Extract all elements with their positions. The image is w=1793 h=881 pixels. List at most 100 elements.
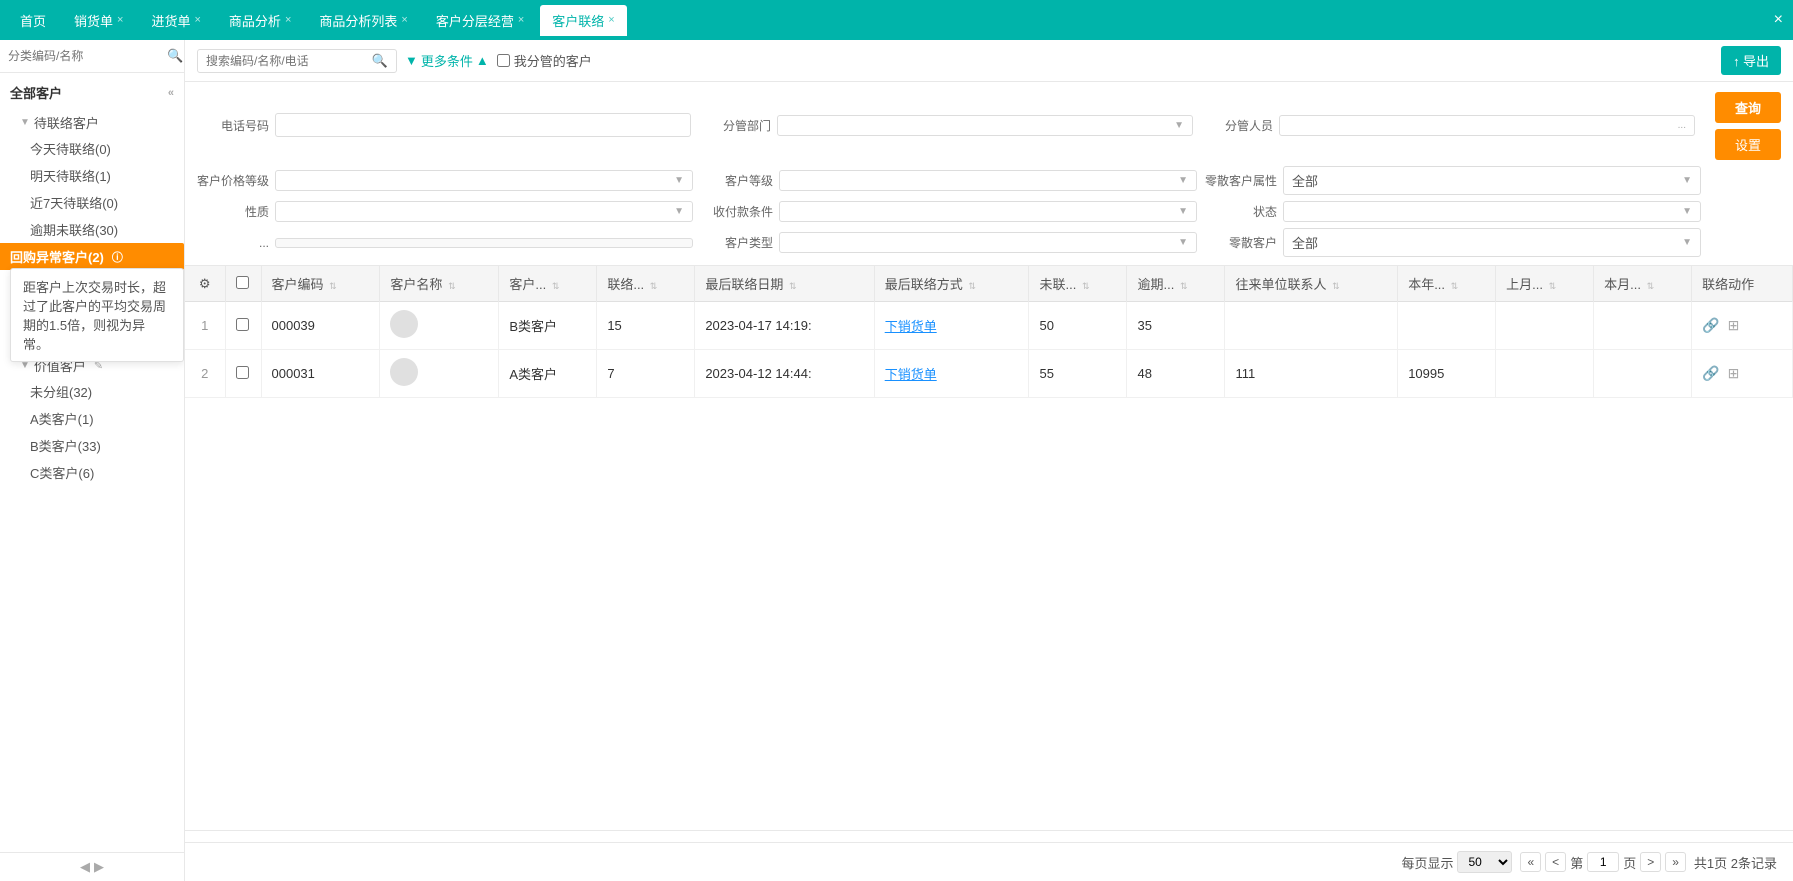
col-cust-type-sort-icon[interactable]: ⇅ bbox=[552, 281, 560, 291]
my-customers-checkbox[interactable] bbox=[497, 54, 510, 67]
row1-checkbox[interactable] bbox=[236, 318, 249, 331]
col-overdue-sort-icon[interactable]: ⇅ bbox=[1180, 281, 1188, 291]
sidebar-group-pending[interactable]: ▼ 待联络客户 bbox=[0, 108, 184, 135]
today-label: 今天待联络(0) bbox=[30, 139, 111, 158]
query-button[interactable]: 查询 bbox=[1715, 92, 1781, 123]
more-select[interactable] bbox=[275, 238, 693, 248]
close-goods-analysis-icon[interactable]: × bbox=[285, 14, 291, 26]
close-all-icon[interactable]: × bbox=[1774, 11, 1783, 29]
hscroll-inner bbox=[185, 831, 1793, 832]
last-page-btn[interactable]: » bbox=[1665, 852, 1686, 872]
adv-cell-phone: 电话号码 bbox=[197, 113, 691, 137]
horizontal-scrollbar[interactable] bbox=[185, 830, 1793, 842]
retail-select[interactable]: 全部 ▼ bbox=[1283, 228, 1701, 257]
dept-select[interactable]: ▼ bbox=[777, 115, 1193, 136]
per-page-select[interactable]: 50 10 20 100 bbox=[1457, 851, 1512, 873]
row2-link-icon[interactable]: 🔗 bbox=[1702, 365, 1719, 382]
per-page-wrap: 每页显示 50 10 20 100 bbox=[1401, 851, 1512, 873]
sidebar-bottom-right-icon[interactable]: ▶ bbox=[94, 859, 104, 875]
col-code-sort-icon[interactable]: ⇅ bbox=[329, 281, 337, 291]
nav-tab-goods-list[interactable]: 商品分析列表 × bbox=[307, 5, 419, 36]
col-last-method: 最后联络方式 ⇅ bbox=[874, 266, 1029, 302]
sidebar-item-class-b[interactable]: B类客户(33) bbox=[0, 432, 184, 459]
person-select[interactable]: ... bbox=[1279, 115, 1695, 136]
row1-last-method-link[interactable]: 下销货单 bbox=[885, 319, 937, 334]
close-purchase-icon[interactable]: × bbox=[194, 14, 200, 26]
sidebar-item-class-a[interactable]: A类客户(1) bbox=[0, 405, 184, 432]
price-select[interactable]: ▼ bbox=[275, 170, 693, 191]
col-name-sort-icon[interactable]: ⇅ bbox=[448, 281, 456, 291]
sidebar-item-ungrouped[interactable]: 未分组(32) bbox=[0, 378, 184, 405]
filter-more-label: 更多条件 bbox=[421, 51, 473, 70]
nav-tab-goods-analysis[interactable]: 商品分析 × bbox=[217, 5, 303, 36]
sidebar-item-tomorrow[interactable]: 明天待联络(1) bbox=[0, 162, 184, 189]
col-settings[interactable]: ⚙ bbox=[185, 266, 225, 302]
close-customer-contact-icon[interactable]: × bbox=[608, 14, 614, 26]
sidebar-search-input[interactable] bbox=[8, 49, 163, 63]
filter-search-icon[interactable]: 🔍 bbox=[372, 53, 388, 69]
row1-link-icon[interactable]: 🔗 bbox=[1702, 317, 1719, 334]
sidebar-collapse-icon[interactable]: « bbox=[168, 87, 174, 99]
settings-button[interactable]: 设置 bbox=[1715, 129, 1781, 160]
row2-grid-icon[interactable]: ⊞ bbox=[1728, 365, 1740, 382]
col-last-month-sort-icon[interactable]: ⇅ bbox=[1549, 281, 1557, 291]
col-last-method-sort-icon[interactable]: ⇅ bbox=[968, 281, 976, 291]
price-label: 客户价格等级 bbox=[197, 172, 269, 189]
adv-cell-price: 客户价格等级 ▼ bbox=[197, 170, 693, 191]
status-select[interactable]: ▼ bbox=[1283, 201, 1701, 222]
nav-tab-customer-layer[interactable]: 客户分层经营 × bbox=[424, 5, 536, 36]
sidebar-bottom-left-icon[interactable]: ◀ bbox=[80, 859, 90, 875]
prev-page-btn[interactable]: < bbox=[1545, 852, 1566, 872]
nav-tab-purchase[interactable]: 进货单 × bbox=[139, 5, 212, 36]
col-code-label: 客户编码 bbox=[272, 277, 324, 292]
export-button[interactable]: ↑ 导出 bbox=[1721, 46, 1781, 75]
col-name: 客户名称 ⇅ bbox=[380, 266, 499, 302]
adv-cell-status: 状态 ▼ bbox=[1205, 201, 1781, 222]
nav-home-tab[interactable]: 首页 bbox=[8, 5, 58, 36]
next-page-btn[interactable]: > bbox=[1640, 852, 1661, 872]
row2-checkbox[interactable] bbox=[236, 366, 249, 379]
col-not-contact-sort-icon[interactable]: ⇅ bbox=[1082, 281, 1090, 291]
filter-search-input[interactable] bbox=[206, 54, 372, 68]
page-input[interactable] bbox=[1587, 852, 1619, 872]
sidebar-item-overdue[interactable]: 逾期未联络(30) bbox=[0, 216, 184, 243]
cust-type-select[interactable]: ▼ bbox=[779, 232, 1197, 253]
payment-select[interactable]: ▼ bbox=[779, 201, 1197, 222]
col-contact-sort-icon[interactable]: ⇅ bbox=[650, 281, 658, 291]
close-goods-list-icon[interactable]: × bbox=[401, 14, 407, 26]
row2-no: 2 bbox=[185, 350, 225, 398]
col-actions: 联络动作 bbox=[1692, 266, 1793, 302]
row2-this-year: 10995 bbox=[1398, 350, 1496, 398]
check-all-checkbox[interactable] bbox=[236, 276, 249, 289]
sidebar-tree: 全部客户 « ▼ 待联络客户 今天待联络(0) 明天待联络(1) 近7天待联络(… bbox=[0, 73, 184, 852]
col-this-month-sort-icon[interactable]: ⇅ bbox=[1647, 281, 1655, 291]
gender-select[interactable]: ▼ bbox=[275, 201, 693, 222]
nav-tab-customer-contact[interactable]: 客户联络 × bbox=[540, 5, 626, 36]
row1-check[interactable] bbox=[225, 302, 261, 350]
row1-grid-icon[interactable]: ⊞ bbox=[1728, 317, 1740, 334]
close-sales-icon[interactable]: × bbox=[117, 14, 123, 26]
class-a-label: A类客户(1) bbox=[30, 409, 94, 428]
col-last-date-sort-icon[interactable]: ⇅ bbox=[789, 281, 797, 291]
sidebar-item-class-c[interactable]: C类客户(6) bbox=[0, 459, 184, 486]
sidebar-item-today[interactable]: 今天待联络(0) bbox=[0, 135, 184, 162]
status-label: 状态 bbox=[1205, 203, 1277, 220]
close-customer-layer-icon[interactable]: × bbox=[518, 14, 524, 26]
abnormal-info-icon[interactable]: ⓘ bbox=[112, 249, 123, 265]
sidebar-all-customers[interactable]: 全部客户 « bbox=[0, 77, 184, 108]
filter-more-btn[interactable]: ▼ 更多条件 ▲ bbox=[405, 51, 489, 70]
nav-tab-sales[interactable]: 销货单 × bbox=[62, 5, 135, 36]
col-check[interactable] bbox=[225, 266, 261, 302]
first-page-btn[interactable]: « bbox=[1520, 852, 1541, 872]
my-customers-filter[interactable]: 我分管的客户 bbox=[497, 51, 592, 70]
retail-attr-select[interactable]: 全部 ▼ bbox=[1283, 166, 1701, 195]
sidebar-item-abnormal[interactable]: 回购异常客户(2) ⓘ bbox=[0, 243, 184, 270]
phone-input[interactable] bbox=[275, 113, 691, 137]
row2-check[interactable] bbox=[225, 350, 261, 398]
col-this-year-sort-icon[interactable]: ⇅ bbox=[1451, 281, 1459, 291]
cust-level-select[interactable]: ▼ bbox=[779, 170, 1197, 191]
row2-last-method-link[interactable]: 下销货单 bbox=[885, 367, 937, 382]
settings-icon[interactable]: ⚙ bbox=[199, 276, 211, 291]
sidebar-item-7days[interactable]: 近7天待联络(0) bbox=[0, 189, 184, 216]
col-prev-contact-sort-icon[interactable]: ⇅ bbox=[1332, 281, 1340, 291]
